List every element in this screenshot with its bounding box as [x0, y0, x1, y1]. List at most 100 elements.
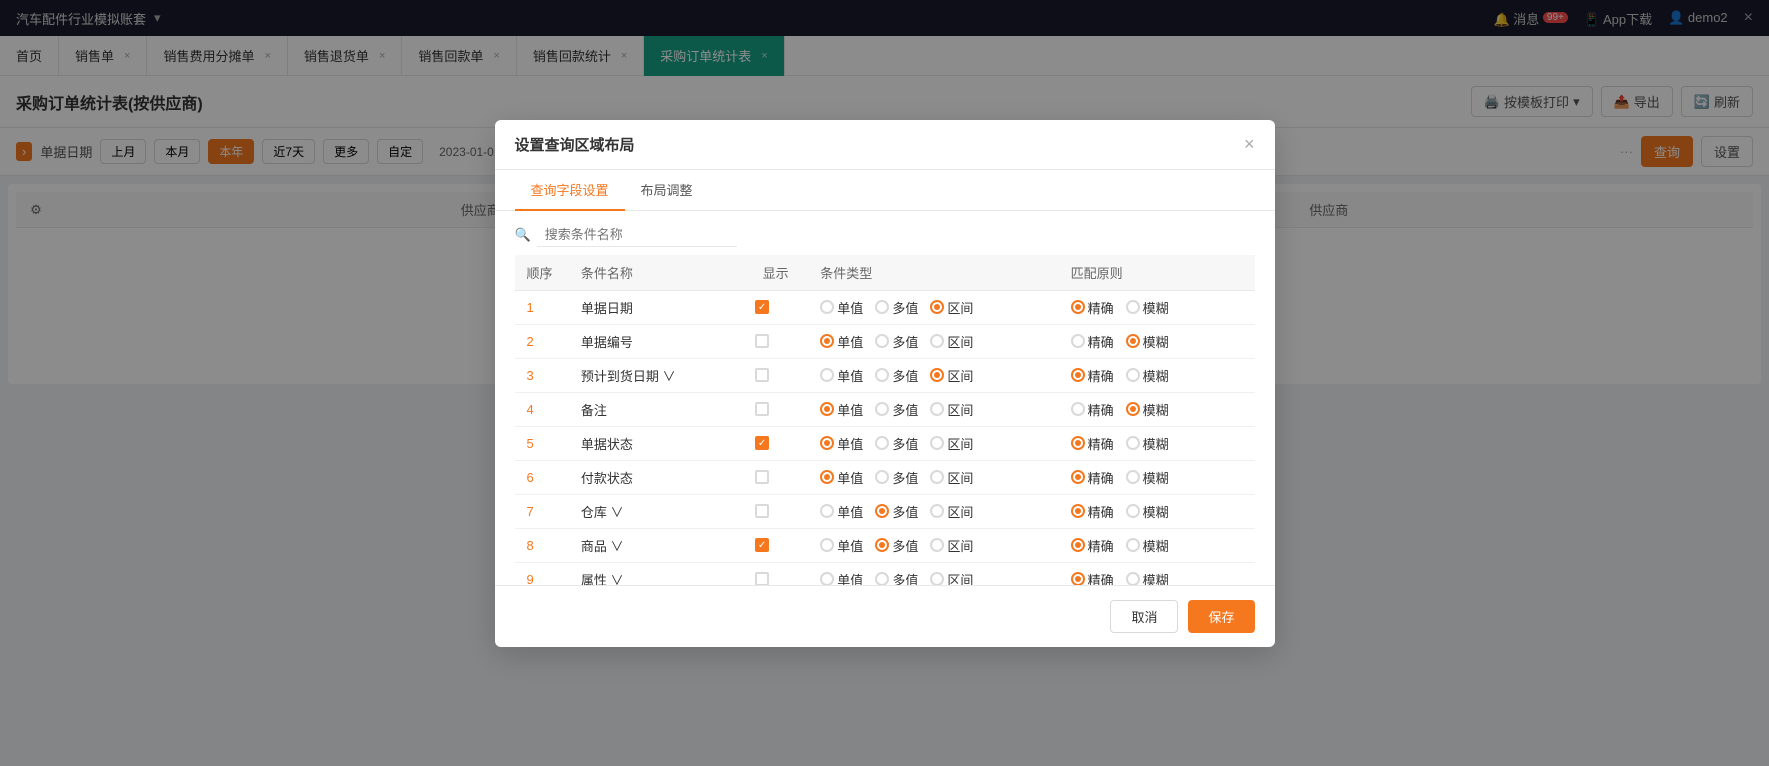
- search-input[interactable]: [537, 223, 737, 247]
- display-checkbox[interactable]: [755, 368, 769, 382]
- type-multi-radio[interactable]: 多值: [875, 366, 918, 385]
- match-radio-group: 精确 模糊: [1071, 536, 1243, 555]
- search-icon: 🔍: [515, 227, 531, 243]
- match-fuzzy-radio[interactable]: 模糊: [1126, 570, 1169, 585]
- type-single-radio[interactable]: 单值: [820, 468, 863, 487]
- match-fuzzy-radio[interactable]: 模糊: [1126, 366, 1169, 385]
- type-range-radio[interactable]: 区间: [930, 400, 973, 419]
- type-radio-group: 单值 多值 区间: [820, 570, 1046, 585]
- match-fuzzy-radio[interactable]: 模糊: [1126, 502, 1169, 521]
- modal-tab-layout[interactable]: 布局调整: [625, 170, 709, 211]
- match-exact-radio[interactable]: 精确: [1071, 366, 1114, 385]
- type-single-radio[interactable]: 单值: [820, 434, 863, 453]
- type-multi-radio[interactable]: 多值: [875, 400, 918, 419]
- match-fuzzy-radio[interactable]: 模糊: [1126, 536, 1169, 555]
- type-single-radio[interactable]: 单值: [820, 400, 863, 419]
- row-name: 属性 ∨: [569, 562, 743, 585]
- display-checkbox[interactable]: [755, 334, 769, 348]
- table-row: 1 单据日期 ✓ 单值 多值 区间: [515, 290, 1255, 324]
- match-fuzzy-radio[interactable]: 模糊: [1126, 434, 1169, 453]
- type-range-radio[interactable]: 区间: [930, 502, 973, 521]
- settings-modal: 设置查询区域布局 × 查询字段设置 布局调整 🔍 顺序 条件名称: [495, 120, 1275, 647]
- row-seq: 4: [527, 402, 534, 417]
- type-multi-radio[interactable]: 多值: [875, 468, 918, 487]
- display-checkbox[interactable]: [755, 572, 769, 585]
- row-seq: 6: [527, 470, 534, 485]
- row-seq: 1: [527, 300, 534, 315]
- match-exact-radio[interactable]: 精确: [1071, 400, 1114, 419]
- match-exact-radio[interactable]: 精确: [1071, 468, 1114, 487]
- match-fuzzy-radio[interactable]: 模糊: [1126, 332, 1169, 351]
- type-range-radio[interactable]: 区间: [930, 468, 973, 487]
- match-fuzzy-radio[interactable]: 模糊: [1126, 468, 1169, 487]
- type-multi-radio[interactable]: 多值: [875, 570, 918, 585]
- type-multi-radio[interactable]: 多值: [875, 298, 918, 317]
- save-button[interactable]: 保存: [1188, 600, 1254, 633]
- match-radio-group: 精确 模糊: [1071, 570, 1243, 585]
- modal-footer: 取消 保存: [495, 585, 1275, 647]
- row-name: 单据编号: [569, 324, 743, 358]
- table-row: 6 付款状态 单值 多值 区间: [515, 460, 1255, 494]
- type-range-radio[interactable]: 区间: [930, 298, 973, 317]
- type-radio-group: 单值 多值 区间: [820, 502, 1046, 521]
- display-checkbox[interactable]: ✓: [755, 300, 769, 314]
- display-checkbox[interactable]: [755, 470, 769, 484]
- table-row: 8 商品 ∨ ✓ 单值 多值 区间: [515, 528, 1255, 562]
- type-radio-group: 单值 多值 区间: [820, 400, 1046, 419]
- match-fuzzy-radio[interactable]: 模糊: [1126, 298, 1169, 317]
- display-checkbox[interactable]: ✓: [755, 538, 769, 552]
- row-name: 仓库 ∨: [569, 494, 743, 528]
- type-single-radio[interactable]: 单值: [820, 570, 863, 585]
- type-single-radio[interactable]: 单值: [820, 536, 863, 555]
- conditions-table: 顺序 条件名称 显示 条件类型 匹配原则 1 单据日期 ✓ 单值: [515, 255, 1255, 585]
- type-multi-radio[interactable]: 多值: [875, 502, 918, 521]
- row-seq: 2: [527, 334, 534, 349]
- match-fuzzy-radio[interactable]: 模糊: [1126, 400, 1169, 419]
- type-range-radio[interactable]: 区间: [930, 570, 973, 585]
- match-radio-group: 精确 模糊: [1071, 332, 1243, 351]
- type-radio-group: 单值 多值 区间: [820, 298, 1046, 317]
- modal-table-scroll[interactable]: 顺序 条件名称 显示 条件类型 匹配原则 1 单据日期 ✓ 单值: [495, 255, 1275, 585]
- col-header-display: 显示: [743, 255, 808, 291]
- col-header-match: 匹配原则: [1059, 255, 1255, 291]
- match-radio-group: 精确 模糊: [1071, 502, 1243, 521]
- match-exact-radio[interactable]: 精确: [1071, 332, 1114, 351]
- type-range-radio[interactable]: 区间: [930, 536, 973, 555]
- type-radio-group: 单值 多值 区间: [820, 434, 1046, 453]
- match-exact-radio[interactable]: 精确: [1071, 570, 1114, 585]
- cancel-button[interactable]: 取消: [1110, 600, 1178, 633]
- table-row: 7 仓库 ∨ 单值 多值 区间: [515, 494, 1255, 528]
- type-range-radio[interactable]: 区间: [930, 366, 973, 385]
- match-radio-group: 精确 模糊: [1071, 400, 1243, 419]
- row-seq: 8: [527, 538, 534, 553]
- modal-tab-query-fields[interactable]: 查询字段设置: [515, 170, 625, 211]
- type-range-radio[interactable]: 区间: [930, 434, 973, 453]
- type-multi-radio[interactable]: 多值: [875, 536, 918, 555]
- match-exact-radio[interactable]: 精确: [1071, 298, 1114, 317]
- display-checkbox[interactable]: [755, 402, 769, 416]
- row-name: 商品 ∨: [569, 528, 743, 562]
- match-exact-radio[interactable]: 精确: [1071, 502, 1114, 521]
- type-multi-radio[interactable]: 多值: [875, 332, 918, 351]
- display-checkbox[interactable]: ✓: [755, 436, 769, 450]
- modal-overlay: 设置查询区域布局 × 查询字段设置 布局调整 🔍 顺序 条件名称: [0, 0, 1769, 766]
- row-seq: 3: [527, 368, 534, 383]
- display-checkbox[interactable]: [755, 504, 769, 518]
- row-name: 预计到货日期 ∨: [569, 358, 743, 392]
- modal-close-button[interactable]: ×: [1244, 135, 1255, 153]
- match-radio-group: 精确 模糊: [1071, 434, 1243, 453]
- type-single-radio[interactable]: 单值: [820, 332, 863, 351]
- table-row: 2 单据编号 单值 多值 区间: [515, 324, 1255, 358]
- type-single-radio[interactable]: 单值: [820, 502, 863, 521]
- col-header-name: 条件名称: [569, 255, 743, 291]
- row-name: 付款状态: [569, 460, 743, 494]
- match-exact-radio[interactable]: 精确: [1071, 434, 1114, 453]
- type-radio-group: 单值 多值 区间: [820, 468, 1046, 487]
- type-multi-radio[interactable]: 多值: [875, 434, 918, 453]
- type-range-radio[interactable]: 区间: [930, 332, 973, 351]
- type-single-radio[interactable]: 单值: [820, 298, 863, 317]
- type-single-radio[interactable]: 单值: [820, 366, 863, 385]
- col-header-type: 条件类型: [808, 255, 1058, 291]
- row-seq: 9: [527, 572, 534, 585]
- match-exact-radio[interactable]: 精确: [1071, 536, 1114, 555]
